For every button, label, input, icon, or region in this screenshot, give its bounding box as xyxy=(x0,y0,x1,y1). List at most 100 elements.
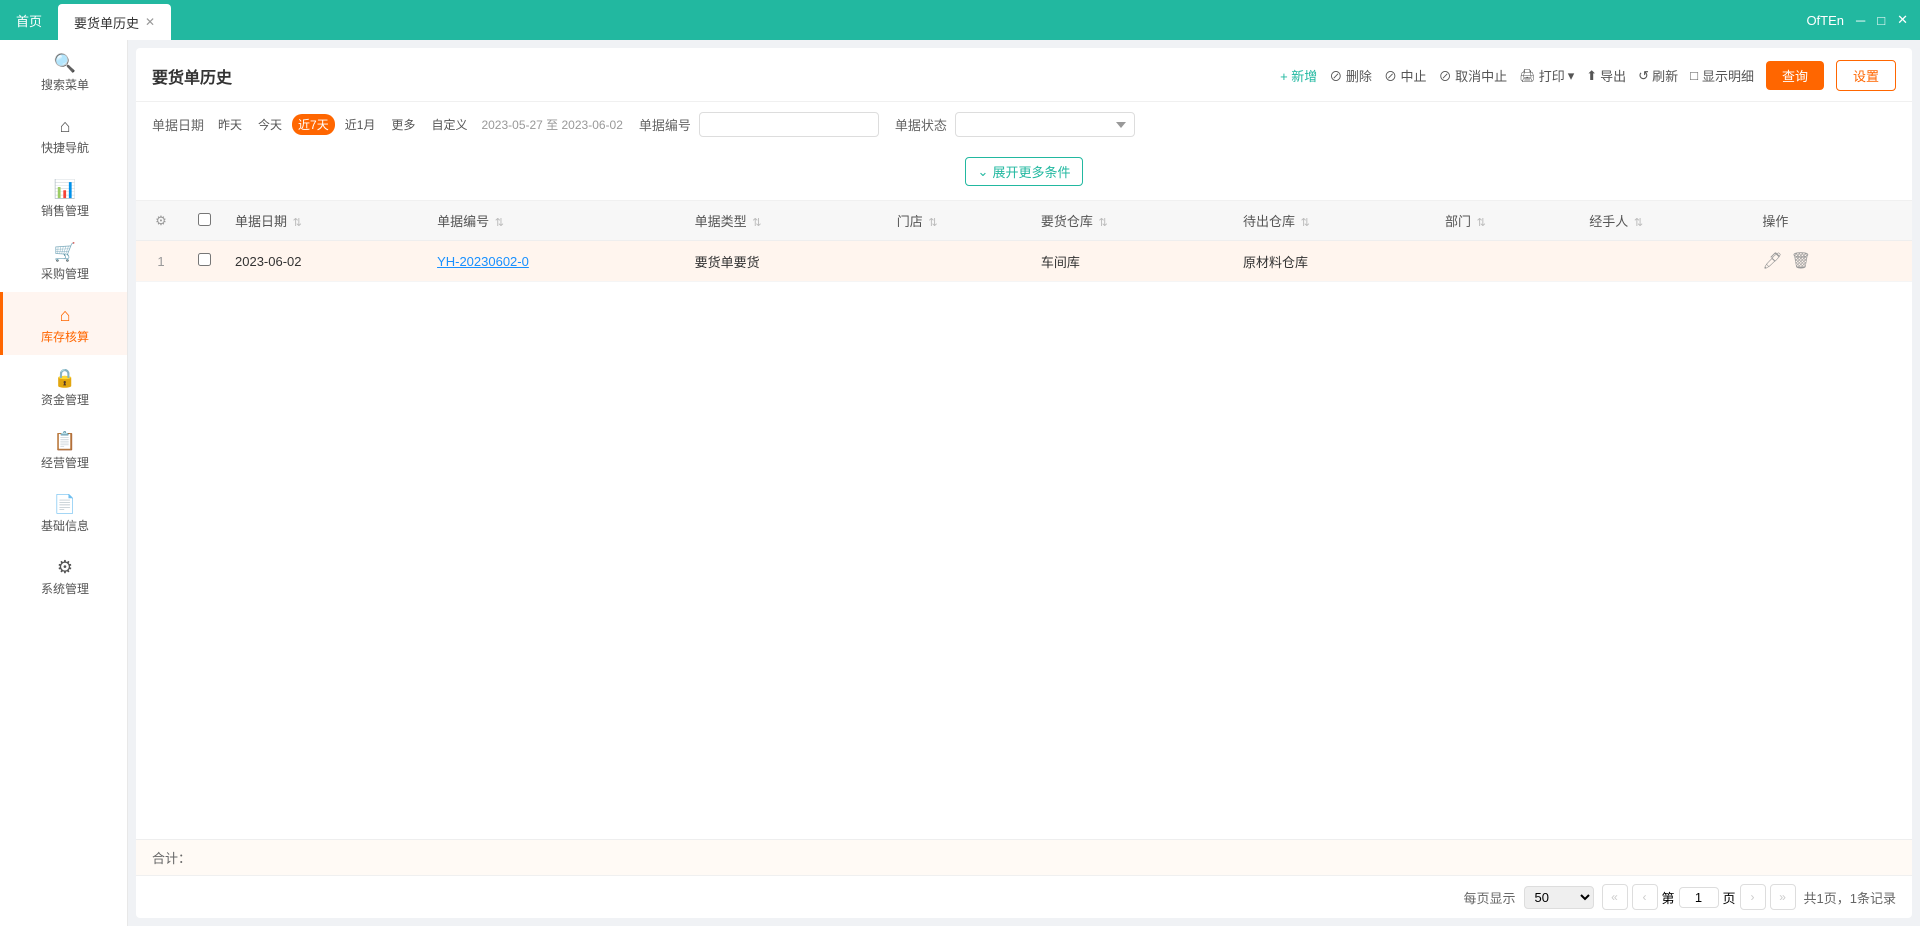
tab-requisition-history-label: 要货单历史 xyxy=(74,13,139,32)
main-layout: 🔍 搜索菜单 ⌂ 快捷导航 📊 销售管理 🛒 采购管理 ⌂ 库存核算 🔒 资金管… xyxy=(0,40,1920,926)
date-opt-1month[interactable]: 近1月 xyxy=(339,114,382,135)
col-doc-type[interactable]: 单据类型 ⇅ xyxy=(683,201,885,241)
total-info: 共1页，1条记录 xyxy=(1804,888,1896,907)
sidebar-item-finance-mgmt[interactable]: 🔒 资金管理 xyxy=(0,355,127,418)
quick-nav-icon: ⌂ xyxy=(60,117,71,135)
sidebar-item-operation-mgmt-label: 经营管理 xyxy=(41,454,89,471)
sidebar-item-system-mgmt[interactable]: ⚙ 系统管理 xyxy=(0,544,127,607)
window-controls: OfTEn ─ □ ✕ xyxy=(1806,12,1920,28)
system-mgmt-icon: ⚙ xyxy=(57,558,73,576)
page-unit-label: 页 xyxy=(1723,888,1736,907)
date-opt-more[interactable]: 更多 xyxy=(385,114,421,135)
expand-icon: ⌄ xyxy=(978,164,989,180)
row-doc-type: 要货单要货 xyxy=(683,241,885,282)
table-body: 1 2023-06-02 YH-20230602-0 要货单要货 车间库 原材料… xyxy=(136,241,1912,282)
date-filter-group: 单据日期 昨天 今天 近7天 近1月 更多 自定义 2023-05-27 至 2… xyxy=(152,114,623,135)
date-opt-custom[interactable]: 自定义 xyxy=(425,114,473,135)
export-button[interactable]: ⬆ 导出 xyxy=(1586,66,1626,85)
last-page-btn[interactable]: » xyxy=(1770,884,1796,910)
expand-filter-row: ⌄ 展开更多条件 xyxy=(152,153,1896,190)
next-page-btn[interactable]: › xyxy=(1740,884,1766,910)
doc-status-select[interactable] xyxy=(955,112,1135,137)
table-header: ⚙ 单据日期 ⇅ 单据编号 ⇅ 单据类型 ⇅ 门店 ⇅ 要货仓库 ⇅ 待出仓库 … xyxy=(136,201,1912,241)
sidebar-item-finance-mgmt-label: 资金管理 xyxy=(41,391,89,408)
tab-requisition-history[interactable]: 要货单历史 ✕ xyxy=(58,4,171,40)
prev-page-btn[interactable]: ‹ xyxy=(1632,884,1658,910)
col-handler[interactable]: 经手人 ⇅ xyxy=(1577,201,1750,241)
doc-no-input[interactable] xyxy=(699,112,879,137)
display-detail-box-icon: □ xyxy=(1690,68,1698,83)
sidebar-item-operation-mgmt[interactable]: 📋 经营管理 xyxy=(0,418,127,481)
display-detail-checkbox[interactable]: □ 显示明细 xyxy=(1690,66,1754,85)
cancel-stop-button[interactable]: ⊘ 取消中止 xyxy=(1439,66,1508,85)
export-label: 导出 xyxy=(1600,66,1626,85)
pagination: 每页显示 50 10 20 100 « ‹ 第 页 › » 共1页，1条记录 xyxy=(136,875,1912,918)
tab-home[interactable]: 首页 xyxy=(0,0,58,40)
query-button[interactable]: 查询 xyxy=(1766,61,1824,90)
page-size-label: 每页显示 xyxy=(1463,888,1515,907)
col-store[interactable]: 门店 ⇅ xyxy=(885,201,1029,241)
col-pending-warehouse[interactable]: 待出仓库 ⇅ xyxy=(1231,201,1433,241)
sidebar-item-quick-nav[interactable]: ⌂ 快捷导航 xyxy=(0,103,127,166)
sidebar-item-basic-info[interactable]: 📄 基础信息 xyxy=(0,481,127,544)
sidebar-item-search-menu[interactable]: 🔍 搜索菜单 xyxy=(0,40,127,103)
row-edit-icon[interactable]: 🖊 xyxy=(1762,251,1782,271)
refresh-button[interactable]: ↺ 刷新 xyxy=(1638,66,1678,85)
stop-button[interactable]: ⊘ 中止 xyxy=(1384,66,1427,85)
sidebar-item-purchase-mgmt[interactable]: 🛒 采购管理 xyxy=(0,229,127,292)
tab-list: 首页 要货单历史 ✕ xyxy=(0,0,171,40)
data-table: ⚙ 单据日期 ⇅ 单据编号 ⇅ 单据类型 ⇅ 门店 ⇅ 要货仓库 ⇅ 待出仓库 … xyxy=(136,201,1912,282)
row-checkbox[interactable] xyxy=(186,241,223,282)
print-dropdown-icon: ▾ xyxy=(1568,68,1575,84)
sidebar-item-system-mgmt-label: 系统管理 xyxy=(41,580,89,597)
row-num: 1 xyxy=(136,241,186,282)
row-delete-icon[interactable]: 🗑 xyxy=(1791,251,1811,271)
row-department xyxy=(1433,241,1577,282)
brand-label: OfTEn xyxy=(1806,13,1844,28)
expand-filter-button[interactable]: ⌄ 展开更多条件 xyxy=(965,157,1084,186)
doc-status-filter-group: 单据状态 xyxy=(895,112,1135,137)
col-doc-no[interactable]: 单据编号 ⇅ xyxy=(425,201,683,241)
new-button[interactable]: + 新增 xyxy=(1280,66,1317,85)
date-opt-yesterday[interactable]: 昨天 xyxy=(212,114,248,135)
page-size-select[interactable]: 50 10 20 100 xyxy=(1524,886,1594,909)
date-opt-7days[interactable]: 近7天 xyxy=(292,114,335,135)
date-range-display: 2023-05-27 至 2023-06-02 xyxy=(481,116,622,133)
operation-mgmt-icon: 📋 xyxy=(54,432,76,450)
first-page-btn[interactable]: « xyxy=(1602,884,1628,910)
page-number-input[interactable] xyxy=(1679,887,1719,908)
sort-store-icon: ⇅ xyxy=(928,217,937,229)
doc-no-filter-group: 单据编号 xyxy=(639,112,879,137)
doc-no-label: 单据编号 xyxy=(639,115,691,134)
sidebar-item-inventory-mgmt[interactable]: ⌂ 库存核算 xyxy=(0,292,127,355)
delete-button[interactable]: ⊘ 删除 xyxy=(1329,66,1372,85)
doc-no-link[interactable]: YH-20230602-0 xyxy=(437,254,529,269)
col-department[interactable]: 部门 ⇅ xyxy=(1433,201,1577,241)
doc-status-label: 单据状态 xyxy=(895,115,947,134)
row-handler xyxy=(1577,241,1750,282)
top-bar: 首页 要货单历史 ✕ OfTEn ─ □ ✕ xyxy=(0,0,1920,40)
print-label: 打印 xyxy=(1539,66,1565,85)
sort-doc-date-icon: ⇅ xyxy=(293,217,302,229)
col-settings[interactable]: ⚙ xyxy=(136,201,186,241)
settings-button[interactable]: 设置 xyxy=(1836,60,1896,91)
row-pending-warehouse: 原材料仓库 xyxy=(1231,241,1433,282)
sidebar-item-sales-mgmt[interactable]: 📊 销售管理 xyxy=(0,166,127,229)
sort-req-warehouse-icon: ⇅ xyxy=(1099,217,1108,229)
col-doc-date[interactable]: 单据日期 ⇅ xyxy=(223,201,425,241)
table-row: 1 2023-06-02 YH-20230602-0 要货单要货 车间库 原材料… xyxy=(136,241,1912,282)
row-doc-no[interactable]: YH-20230602-0 xyxy=(425,241,683,282)
finance-mgmt-icon: 🔒 xyxy=(54,369,76,387)
row-doc-date: 2023-06-02 xyxy=(223,241,425,282)
inventory-mgmt-icon: ⌂ xyxy=(60,306,71,324)
window-max-btn[interactable]: □ xyxy=(1877,13,1885,28)
tab-home-label: 首页 xyxy=(16,11,42,30)
tab-close-icon[interactable]: ✕ xyxy=(145,15,155,29)
window-close-btn[interactable]: ✕ xyxy=(1897,12,1908,28)
print-button[interactable]: 🖨 打印 ▾ xyxy=(1519,66,1574,85)
select-all-checkbox[interactable] xyxy=(198,213,211,226)
date-opt-today[interactable]: 今天 xyxy=(252,114,288,135)
window-min-btn[interactable]: ─ xyxy=(1856,13,1865,28)
row-select-checkbox[interactable] xyxy=(198,253,211,266)
col-req-warehouse[interactable]: 要货仓库 ⇅ xyxy=(1029,201,1231,241)
